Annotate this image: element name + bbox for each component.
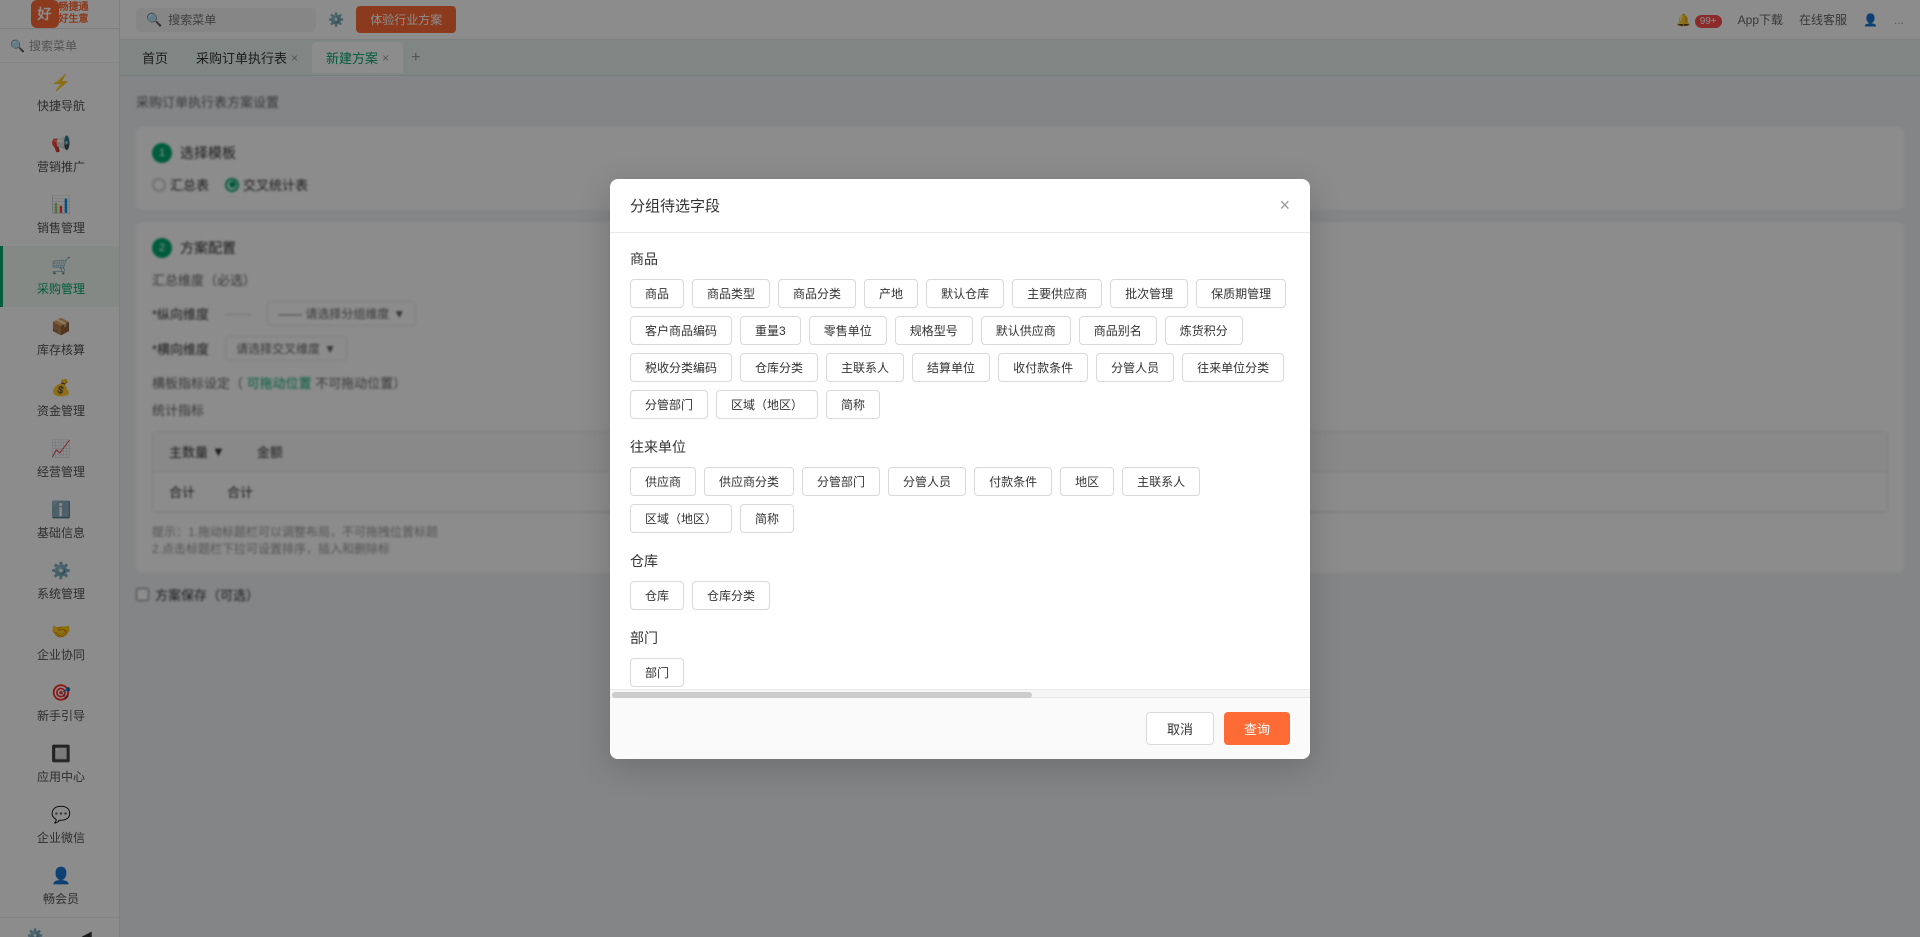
modal-close-button[interactable]: × [1279, 196, 1290, 214]
modal-title: 分组待选字段 [630, 195, 720, 216]
field-main-supplier[interactable]: 主要供应商 [1012, 279, 1102, 308]
goods-group-title: 商品 [630, 249, 1290, 269]
warehouse-group-title: 仓库 [630, 551, 1290, 571]
field-origin[interactable]: 产地 [864, 279, 918, 308]
field-dept[interactable]: 分管部门 [630, 390, 708, 419]
field-payment-partner[interactable]: 付款条件 [974, 467, 1052, 496]
field-warehouse-cat[interactable]: 仓库分类 [692, 581, 770, 610]
field-warehouse-category[interactable]: 仓库分类 [740, 353, 818, 382]
cancel-button[interactable]: 取消 [1146, 712, 1214, 745]
field-main-contact[interactable]: 主联系人 [826, 353, 904, 382]
field-default-warehouse[interactable]: 默认仓库 [926, 279, 1004, 308]
field-group-partner: 往来单位 供应商 供应商分类 分管部门 分管人员 付款条件 地区 主联系人 区域… [630, 437, 1290, 533]
field-weight3[interactable]: 重量3 [740, 316, 801, 345]
field-payment-terms[interactable]: 收付款条件 [998, 353, 1088, 382]
field-batch-mgmt[interactable]: 批次管理 [1110, 279, 1188, 308]
field-supplier[interactable]: 供应商 [630, 467, 696, 496]
field-manager-partner[interactable]: 分管人员 [888, 467, 966, 496]
field-select-modal: 分组待选字段 × 商品 商品 商品类型 商品分类 产地 默认仓库 主要供应商 批… [610, 179, 1310, 759]
field-region-partner[interactable]: 地区 [1060, 467, 1114, 496]
field-retail-unit[interactable]: 零售单位 [809, 316, 887, 345]
field-group-warehouse: 仓库 仓库 仓库分类 [630, 551, 1290, 610]
field-group-department: 部门 部门 [630, 628, 1290, 687]
department-group-title: 部门 [630, 628, 1290, 648]
warehouse-fields: 仓库 仓库分类 [630, 581, 1290, 610]
field-area-partner[interactable]: 区域（地区） [630, 504, 732, 533]
field-tax-code[interactable]: 税收分类编码 [630, 353, 732, 382]
field-group-goods: 商品 商品 商品类型 商品分类 产地 默认仓库 主要供应商 批次管理 保质期管理… [630, 249, 1290, 419]
field-partner-category[interactable]: 往来单位分类 [1182, 353, 1284, 382]
field-points[interactable]: 炼货积分 [1165, 316, 1243, 345]
field-default-supplier[interactable]: 默认供应商 [981, 316, 1071, 345]
department-fields: 部门 [630, 658, 1290, 687]
partner-fields: 供应商 供应商分类 分管部门 分管人员 付款条件 地区 主联系人 区域（地区） … [630, 467, 1290, 533]
field-department[interactable]: 部门 [630, 658, 684, 687]
field-goods-type[interactable]: 商品类型 [692, 279, 770, 308]
field-region-goods[interactable]: 区域（地区） [716, 390, 818, 419]
modal-footer: 取消 查询 [610, 697, 1310, 759]
field-settlement-unit[interactable]: 结算单位 [912, 353, 990, 382]
field-goods-alias[interactable]: 商品别名 [1079, 316, 1157, 345]
field-dept-partner[interactable]: 分管部门 [802, 467, 880, 496]
field-abbr-partner[interactable]: 简称 [740, 504, 794, 533]
modal-scrollbar-x-thumb [612, 692, 1032, 698]
field-supplier-category[interactable]: 供应商分类 [704, 467, 794, 496]
partner-group-title: 往来单位 [630, 437, 1290, 457]
confirm-button[interactable]: 查询 [1224, 712, 1290, 745]
field-abbr-goods[interactable]: 简称 [826, 390, 880, 419]
field-goods[interactable]: 商品 [630, 279, 684, 308]
goods-fields: 商品 商品类型 商品分类 产地 默认仓库 主要供应商 批次管理 保质期管理 客户… [630, 279, 1290, 419]
field-customer-code[interactable]: 客户商品编码 [630, 316, 732, 345]
field-spec-model[interactable]: 规格型号 [895, 316, 973, 345]
field-expiry-mgmt[interactable]: 保质期管理 [1196, 279, 1286, 308]
modal-scrollbar-x[interactable] [610, 689, 1310, 696]
modal-body: 商品 商品 商品类型 商品分类 产地 默认仓库 主要供应商 批次管理 保质期管理… [610, 233, 1310, 690]
field-manager[interactable]: 分管人员 [1096, 353, 1174, 382]
field-contact-partner[interactable]: 主联系人 [1122, 467, 1200, 496]
modal-header: 分组待选字段 × [610, 179, 1310, 233]
field-goods-category[interactable]: 商品分类 [778, 279, 856, 308]
field-warehouse[interactable]: 仓库 [630, 581, 684, 610]
